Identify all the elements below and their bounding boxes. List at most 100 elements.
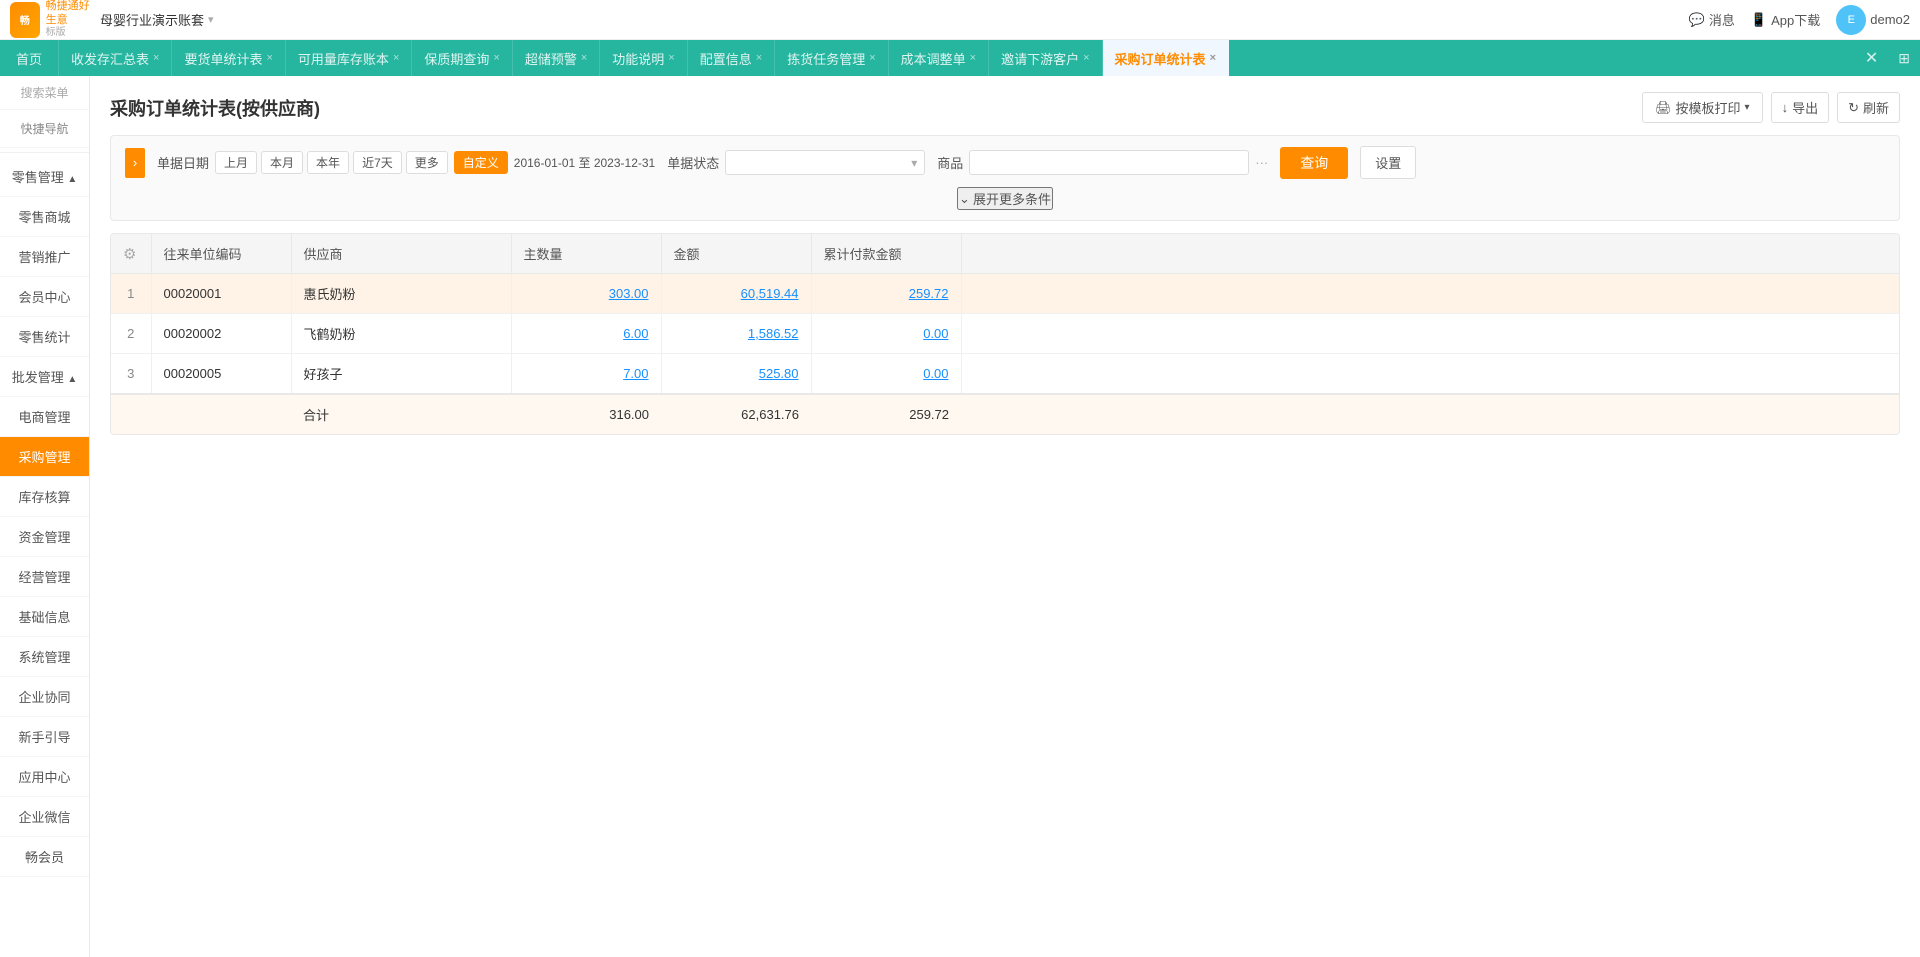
this-month-btn[interactable]: 本月 [261, 151, 303, 174]
sidebar-item-member-plus[interactable]: 畅会员 [0, 837, 89, 877]
data-table-container: ⚙ 往来单位编码 供应商 主数量 [110, 233, 1900, 435]
close-icon[interactable]: × [869, 52, 875, 64]
row-paid-1[interactable]: 259.72 [811, 274, 961, 314]
this-year-btn[interactable]: 本年 [307, 151, 349, 174]
date-range-display: 2016-01-01 至 2023-12-31 [514, 154, 655, 171]
tab-config[interactable]: 配置信息 × [688, 40, 775, 76]
workspace-selector[interactable]: 母婴行业演示账套 ▾ [100, 10, 1689, 29]
close-icon[interactable]: × [1083, 52, 1089, 64]
col-header-paid: 累计付款金额 [811, 234, 961, 274]
refresh-icon: ↻ [1848, 100, 1859, 116]
sidebar-item-marketing[interactable]: 营销推广 [0, 237, 89, 277]
sidebar-item-operations[interactable]: 经营管理 [0, 557, 89, 597]
expand-tabs-button[interactable]: ⊞ [1888, 50, 1920, 67]
tab-invite-downstream[interactable]: 邀请下游客户 × [989, 40, 1102, 76]
row-code-2: 00020002 [151, 314, 291, 354]
sidebar-item-wholesale[interactable]: 批发管理 ▲ [0, 357, 89, 397]
last-7-days-btn[interactable]: 近7天 [353, 151, 402, 174]
more-dates-btn[interactable]: 更多 [406, 151, 448, 174]
row-qty-3[interactable]: 7.00 [511, 354, 661, 395]
sidebar-item-enterprise[interactable]: 企业协同 [0, 677, 89, 717]
tab-cost-adjust[interactable]: 成本调整单 × [889, 40, 989, 76]
tab-function-desc[interactable]: 功能说明 × [600, 40, 687, 76]
sidebar-item-finance[interactable]: 资金管理 [0, 517, 89, 557]
footer-label-cell [111, 394, 291, 434]
main-content: 采购订单统计表(按供应商) 🖨 按模板打印 ▾ ↓ 导出 ↻ 刷新 [90, 76, 1920, 957]
filter-row: › 单据日期 上月 本月 本年 近7天 更多 自定义 2016-01 [125, 146, 1885, 179]
ellipsis-icon[interactable]: ··· [1255, 155, 1268, 170]
status-select[interactable] [725, 150, 925, 175]
sidebar-item-members[interactable]: 会员中心 [0, 277, 89, 317]
sidebar-item-system[interactable]: 系统管理 [0, 637, 89, 677]
filter-bar: › 单据日期 上月 本月 本年 近7天 更多 自定义 2016-01 [110, 135, 1900, 221]
tab-receipts[interactable]: 收发存汇总表 × [59, 40, 172, 76]
tab-home[interactable]: 首页 [0, 40, 59, 76]
row-index-2: 2 [111, 314, 151, 354]
sidebar-item-purchase[interactable]: 采购管理 [0, 437, 89, 477]
table-row: 2 00020002 飞鹤奶粉 6.00 1,586.52 0.00 [111, 314, 1899, 354]
column-settings-icon[interactable]: ⚙ [123, 246, 136, 263]
sidebar-item-new-guide[interactable]: 新手引导 [0, 717, 89, 757]
last-month-btn[interactable]: 上月 [215, 151, 257, 174]
sidebar-item-retail-stats[interactable]: 零售统计 [0, 317, 89, 357]
close-icon[interactable]: × [668, 52, 674, 64]
tab-pick-task[interactable]: 拣货任务管理 × [775, 40, 888, 76]
sidebar-item-inventory[interactable]: 库存核算 [0, 477, 89, 517]
query-button[interactable]: 查询 [1280, 147, 1348, 179]
sidebar-quick-nav[interactable]: 快捷导航 [0, 110, 89, 148]
tab-expiry[interactable]: 保质期查询 × [412, 40, 512, 76]
row-index-1: 1 [111, 274, 151, 314]
close-all-tabs-button[interactable]: ✕ [1855, 48, 1888, 68]
close-icon[interactable]: × [266, 52, 272, 64]
nav-tabs: 首页 收发存汇总表 × 要货单统计表 × 可用量库存账本 × 保质期查询 × 超… [0, 40, 1920, 76]
sidebar-item-retail-mall[interactable]: 零售商城 [0, 197, 89, 237]
sidebar-item-wechat[interactable]: 企业微信 [0, 797, 89, 837]
row-amount-2[interactable]: 1,586.52 [661, 314, 811, 354]
row-empty-2 [961, 314, 1899, 354]
logo-icon: 畅 [10, 2, 40, 38]
user-profile[interactable]: E demo2 [1836, 5, 1910, 35]
row-supplier-2: 飞鹤奶粉 [291, 314, 511, 354]
expand-more-button[interactable]: ⌄ 展开更多条件 [957, 187, 1053, 210]
goods-input[interactable] [969, 150, 1249, 175]
refresh-button[interactable]: ↻ 刷新 [1837, 92, 1900, 123]
username-label: demo2 [1870, 12, 1910, 27]
row-paid-3[interactable]: 0.00 [811, 354, 961, 395]
tab-order-stats[interactable]: 要货单统计表 × [172, 40, 285, 76]
filter-expand-row: ⌄ 展开更多条件 [125, 187, 1885, 210]
sidebar-item-ecommerce[interactable]: 电商管理 [0, 397, 89, 437]
sidebar-item-app-center[interactable]: 应用中心 [0, 757, 89, 797]
row-amount-1[interactable]: 60,519.44 [661, 274, 811, 314]
close-icon[interactable]: × [393, 52, 399, 64]
close-icon[interactable]: × [493, 52, 499, 64]
tab-purchase-order-stats[interactable]: 采购订单统计表 × [1103, 40, 1229, 76]
footer-total-amount: 62,631.76 [661, 394, 811, 434]
app-download-button[interactable]: 📱 App下载 [1751, 10, 1820, 29]
sidebar-item-retail-management[interactable]: 零售管理 ▲ [0, 157, 89, 197]
settings-button[interactable]: 设置 [1360, 146, 1416, 179]
tab-usable-stock[interactable]: 可用量库存账本 × [286, 40, 412, 76]
export-button[interactable]: ↓ 导出 [1771, 92, 1830, 123]
row-paid-2[interactable]: 0.00 [811, 314, 961, 354]
filter-toggle-button[interactable]: › [125, 148, 145, 178]
close-icon[interactable]: × [1210, 52, 1216, 64]
sidebar-search[interactable]: 搜索菜单 [0, 76, 89, 110]
row-amount-3[interactable]: 525.80 [661, 354, 811, 395]
table-row: 3 00020005 好孩子 7.00 525.80 0.00 [111, 354, 1899, 395]
close-icon[interactable]: × [756, 52, 762, 64]
col-header-amount: 金额 [661, 234, 811, 274]
date-quick-buttons: 上月 本月 本年 近7天 更多 [215, 151, 448, 174]
row-qty-2[interactable]: 6.00 [511, 314, 661, 354]
row-code-3: 00020005 [151, 354, 291, 395]
close-icon[interactable]: × [970, 52, 976, 64]
tab-overstock[interactable]: 超储预警 × [513, 40, 600, 76]
message-button[interactable]: 💬 消息 [1689, 10, 1735, 29]
close-icon[interactable]: × [153, 52, 159, 64]
goods-label: 商品 [937, 153, 963, 172]
close-icon[interactable]: × [581, 52, 587, 64]
chevron-down-icon: ▾ [1745, 102, 1750, 113]
sidebar-item-basic-info[interactable]: 基础信息 [0, 597, 89, 637]
custom-date-btn[interactable]: 自定义 [454, 151, 508, 174]
print-button[interactable]: 🖨 按模板打印 ▾ [1642, 92, 1763, 123]
row-qty-1[interactable]: 303.00 [511, 274, 661, 314]
